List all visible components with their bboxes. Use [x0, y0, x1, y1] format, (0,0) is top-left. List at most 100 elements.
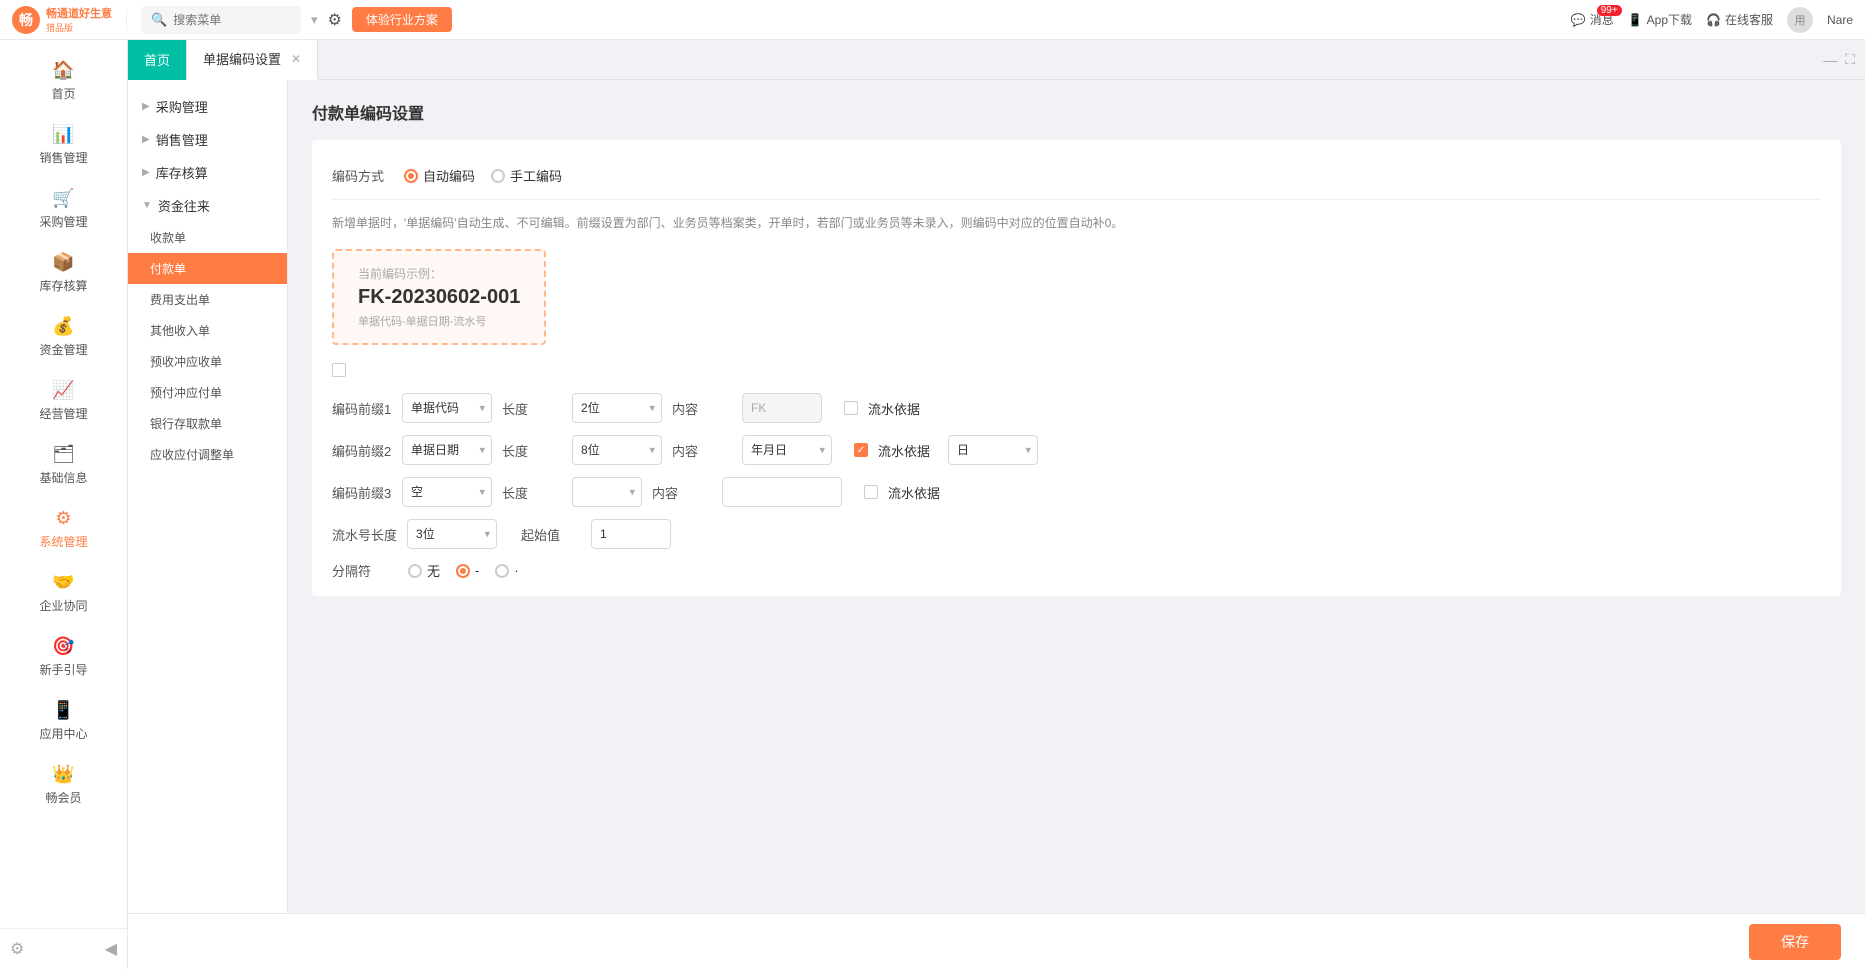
- prefix1-length-select[interactable]: 2位 3位 4位: [572, 393, 662, 423]
- sidebar-item-system[interactable]: ⚙ 系统管理: [6, 498, 121, 560]
- sidebar-item-guide[interactable]: 🎯 新手引导: [6, 626, 121, 688]
- sub-item-bank-deposit[interactable]: 银行存取款单: [128, 408, 287, 439]
- trial-btn[interactable]: 体验行业方案: [352, 7, 452, 32]
- sidebar-item-app[interactable]: 📱 应用中心: [6, 690, 121, 752]
- sub-group-purchase-title[interactable]: ▶ 采购管理: [128, 90, 287, 123]
- prefix3-content-label: 内容: [652, 483, 712, 502]
- start-value-input[interactable]: [591, 519, 671, 549]
- tab-minimize-icon[interactable]: —: [1823, 52, 1837, 68]
- topbar: 畅 畅通道好生意 猎品版 🔍 ▾ ⚙ 体验行业方案 💬 消息 99+ 📱 App…: [0, 0, 1865, 40]
- settings-card: 编码方式 自动编码 手工编码: [312, 140, 1841, 596]
- search-input[interactable]: [173, 13, 253, 27]
- tabbar-actions: — ⛶: [1823, 51, 1865, 68]
- prefix2-select-wrap[interactable]: 单据日期 单据代码 部门 空: [402, 435, 492, 465]
- user-avatar[interactable]: 用: [1787, 7, 1813, 33]
- sidebar-item-home[interactable]: 🏠 首页: [6, 50, 121, 112]
- dropdown-arrow[interactable]: ▾: [311, 12, 318, 28]
- prefix2-content-select[interactable]: 年月日 年月 年: [742, 435, 832, 465]
- footer-collapse-icon[interactable]: ◀: [105, 939, 117, 959]
- online-service-btn[interactable]: 🎧 在线客服: [1706, 11, 1773, 28]
- encoding-mode-label: 编码方式: [332, 166, 384, 185]
- chevron-sales-icon: ▶: [142, 134, 150, 145]
- sep-dash-item[interactable]: -: [456, 563, 479, 578]
- prefix2-length-label: 长度: [502, 441, 562, 460]
- tab-serial-setting[interactable]: 单据编码设置 ✕: [187, 40, 318, 80]
- prefix3-length-select[interactable]: [572, 477, 642, 507]
- sidebar-item-purchase[interactable]: 🛒 采购管理: [6, 178, 121, 240]
- app-download-btn[interactable]: 📱 App下载: [1628, 11, 1692, 28]
- save-button[interactable]: 保存: [1749, 924, 1841, 960]
- prefix3-select[interactable]: 空 单据代码 部门: [402, 477, 492, 507]
- vip-icon: 👑: [52, 764, 74, 785]
- sub-group-inventory-title[interactable]: ▶ 库存核算: [128, 156, 287, 189]
- footer-settings-icon[interactable]: ⚙: [10, 939, 24, 959]
- sidebar-item-sales[interactable]: 📊 销售管理: [6, 114, 121, 176]
- prefix3-length-wrap[interactable]: [572, 477, 642, 507]
- tab-maximize-icon[interactable]: ⛶: [1845, 51, 1855, 68]
- radio-auto-input[interactable]: [404, 169, 418, 183]
- sidebar-item-basic[interactable]: 🗂 基础信息: [6, 434, 121, 496]
- prefix3-serial-checkbox[interactable]: [864, 485, 878, 499]
- prefix3-content-input[interactable]: [722, 477, 842, 507]
- sidebar-item-vip[interactable]: 👑 畅会员: [6, 754, 121, 816]
- sep-dot-radio[interactable]: [495, 564, 509, 578]
- tab-close-icon[interactable]: ✕: [291, 52, 301, 66]
- sub-item-ap-adjust[interactable]: 应收应付调整单: [128, 439, 287, 470]
- sidebar-item-corp[interactable]: 🤝 企业协同: [6, 562, 121, 624]
- prefix2-serial-checkbox[interactable]: ✓: [854, 443, 868, 457]
- radio-auto[interactable]: 自动编码: [404, 166, 475, 185]
- search-bar[interactable]: 🔍: [141, 6, 301, 34]
- sub-group-finance-title[interactable]: ▼ 资金往来: [128, 189, 287, 222]
- main-panel: 付款单编码设置 编码方式 自动编码 手工编码: [288, 80, 1865, 913]
- sep-none-radio[interactable]: [408, 564, 422, 578]
- prefix2-length-wrap[interactable]: 8位 6位 4位: [572, 435, 662, 465]
- sub-item-prepay-pay[interactable]: 预付冲应付单: [128, 377, 287, 408]
- prefix2-unit-select[interactable]: 日 月 年: [948, 435, 1038, 465]
- message-btn[interactable]: 💬 消息 99+: [1571, 11, 1614, 28]
- settings-icon[interactable]: ⚙: [328, 10, 342, 30]
- prefix2-content-label: 内容: [672, 441, 732, 460]
- home-icon: 🏠: [52, 60, 74, 81]
- prefix2-content-wrap[interactable]: 年月日 年月 年: [742, 435, 832, 465]
- prefix2-length-select[interactable]: 8位 6位 4位: [572, 435, 662, 465]
- prefix1-select[interactable]: 单据代码 部门 业务员 空: [402, 393, 492, 423]
- sub-group-purchase: ▶ 采购管理: [128, 90, 287, 123]
- topbar-right: 💬 消息 99+ 📱 App下载 🎧 在线客服 用 Nare: [1571, 7, 1853, 33]
- sep-none-item[interactable]: 无: [408, 561, 440, 580]
- operations-icon: 📈: [52, 380, 74, 401]
- prefix1-content-input[interactable]: [742, 393, 822, 423]
- prefix2-unit-wrap[interactable]: 日 月 年: [948, 435, 1038, 465]
- sub-item-payment[interactable]: 付款单: [128, 253, 287, 284]
- page-content: ▶ 采购管理 ▶ 销售管理 ▶ 库存核算: [128, 80, 1865, 913]
- auto-fill-checkbox[interactable]: [332, 363, 346, 377]
- sub-group-finance-label: 资金往来: [158, 196, 210, 215]
- sub-item-expense[interactable]: 费用支出单: [128, 284, 287, 315]
- sidebar-item-finance[interactable]: 💰 资金管理: [6, 306, 121, 368]
- prefix1-serial-label: 流水依据: [868, 399, 920, 418]
- prefix3-row: 编码前缀3 空 单据代码 部门 长度: [332, 477, 1821, 507]
- prefix1-serial-checkbox[interactable]: [844, 401, 858, 415]
- prefix1-length-wrap[interactable]: 2位 3位 4位: [572, 393, 662, 423]
- sidebar-item-app-label: 应用中心: [39, 725, 87, 742]
- sub-item-other-income[interactable]: 其他收入单: [128, 315, 287, 346]
- preview-sub: 单据代码-单据日期-流水号: [358, 313, 520, 329]
- serial-length-wrap[interactable]: 3位 4位 5位: [407, 519, 497, 549]
- sep-dot-item[interactable]: ·: [495, 563, 518, 578]
- preview-box: 当前编码示例： FK-20230602-001 单据代码-单据日期-流水号: [332, 249, 546, 345]
- sub-group-sales-title[interactable]: ▶ 销售管理: [128, 123, 287, 156]
- tabbar: 首页 单据编码设置 ✕ — ⛶: [128, 40, 1865, 80]
- radio-manual[interactable]: 手工编码: [491, 166, 562, 185]
- sep-dash-radio[interactable]: [456, 564, 470, 578]
- sub-item-receipt[interactable]: 收款单: [128, 222, 287, 253]
- logo-text: 畅通道好生意 猎品版: [46, 5, 112, 34]
- prefix1-select-wrap[interactable]: 单据代码 部门 业务员 空: [402, 393, 492, 423]
- sidebar-item-inventory[interactable]: 📦 库存核算: [6, 242, 121, 304]
- prefix2-select[interactable]: 单据日期 单据代码 部门 空: [402, 435, 492, 465]
- prefix3-select-wrap[interactable]: 空 单据代码 部门: [402, 477, 492, 507]
- sub-item-prepay-receive[interactable]: 预收冲应收单: [128, 346, 287, 377]
- radio-manual-input[interactable]: [491, 169, 505, 183]
- purchase-icon: 🛒: [52, 188, 74, 209]
- tab-home[interactable]: 首页: [128, 40, 187, 80]
- sidebar-item-operations[interactable]: 📈 经营管理: [6, 370, 121, 432]
- serial-length-select[interactable]: 3位 4位 5位: [407, 519, 497, 549]
